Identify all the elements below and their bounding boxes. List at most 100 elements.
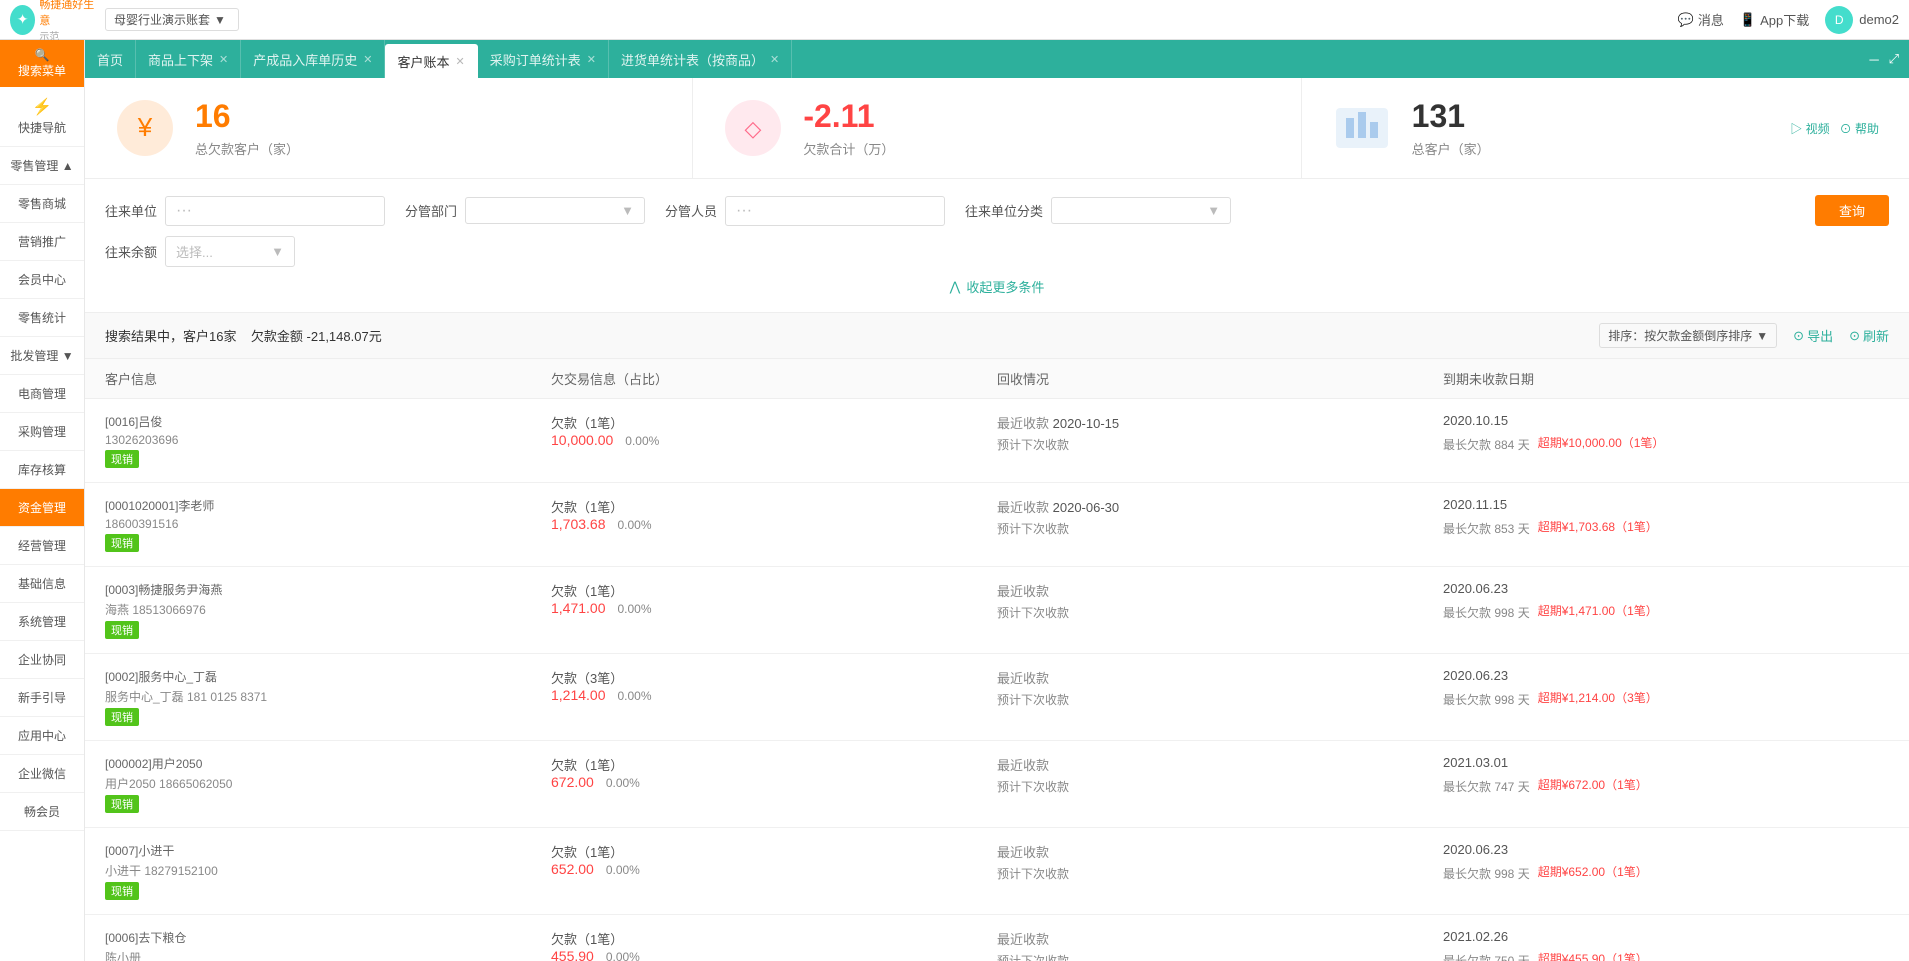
sort-select[interactable]: 排序：按欠款金额倒序排序 ▼ <box>1599 323 1777 348</box>
collection-info-cell: 最近收款 预计下次收款 <box>997 755 1443 813</box>
sidebar-item-system[interactable]: 系统管理 <box>0 603 84 641</box>
overdue-amount[interactable]: 超期¥1,214.00（3笔） <box>1538 689 1658 706</box>
sidebar-item-member2[interactable]: 畅会员 <box>0 793 84 831</box>
debt-info-cell: 欠款（1笔） 672.00 0.00% <box>551 755 997 813</box>
collection-info-cell: 最近收款 预计下次收款 <box>997 929 1443 961</box>
close-icon[interactable]: ✕ <box>456 55 465 68</box>
col-header-customer: 客户信息 <box>105 369 551 388</box>
overdue-days: 最长欠款 747 天 <box>1443 778 1530 795</box>
sidebar-item-member[interactable]: 会员中心 <box>0 261 84 299</box>
sidebar-item-apps[interactable]: 应用中心 <box>0 717 84 755</box>
debt-amount: 10,000.00 <box>551 432 613 448</box>
next-collect: 预计下次收款 <box>997 865 1443 882</box>
message-btn[interactable]: 💬 消息 <box>1678 10 1724 29</box>
sidebar-search[interactable]: 🔍 搜索菜单 <box>0 40 84 87</box>
sidebar-item-wechat[interactable]: 企业微信 <box>0 755 84 793</box>
person-input[interactable]: ··· <box>725 196 945 226</box>
sidebar-item-operations[interactable]: 经营管理 <box>0 527 84 565</box>
next-collect: 预计下次收款 <box>997 436 1443 453</box>
stat-label-amount: 欠款合计（万） <box>803 139 894 158</box>
debt-amount: 1,703.68 <box>551 516 606 532</box>
sidebar-item-ecommerce[interactable]: 电商管理 <box>0 375 84 413</box>
balance-input[interactable]: 选择... ▼ <box>165 236 295 267</box>
video-btn[interactable]: ▷ 视频 <box>1790 120 1829 137</box>
sidebar-item-retail-stats[interactable]: 零售统计 <box>0 299 84 337</box>
stat-label-customers: 总欠款客户（家） <box>195 139 299 158</box>
debt-count: 欠款（1笔） <box>551 413 997 432</box>
sidebar-item-enterprise[interactable]: 企业协同 <box>0 641 84 679</box>
refresh-icon: ⊙ <box>1849 328 1860 344</box>
last-collect: 最近收款 2020-10-15 <box>997 413 1443 432</box>
unit-category-input[interactable]: ▼ <box>1051 197 1231 224</box>
tab-home[interactable]: 首页 <box>85 40 136 78</box>
filter-row-2: 往来余额 选择... ▼ <box>105 236 1889 267</box>
chevron-down-icon: ▼ <box>214 13 226 27</box>
sidebar-item-guide[interactable]: 新手引导 <box>0 679 84 717</box>
sidebar-item-retail-mall[interactable]: 零售商城 <box>0 185 84 223</box>
sidebar-item-wholesale[interactable]: 批发管理 ▼ <box>0 337 84 375</box>
source-unit-input[interactable]: ··· <box>165 196 385 226</box>
sidebar-item-quick-nav[interactable]: ⚡ 快捷导航 <box>0 87 84 147</box>
table-row: [0001020001]李老师 18600391516 现销 欠款（1笔） 1,… <box>85 483 1909 567</box>
tab-customer-account[interactable]: 客户账本 ✕ <box>385 44 477 78</box>
customer-id: [0001020001]李老师 <box>105 497 551 514</box>
close-icon[interactable]: ✕ <box>363 53 372 66</box>
last-collect: 最近收款 <box>997 929 1443 948</box>
debt-percent: 0.00% <box>625 434 659 448</box>
tab-product-listing[interactable]: 商品上下架 ✕ <box>136 40 241 78</box>
sidebar-item-marketing[interactable]: 营销推广 <box>0 223 84 261</box>
app-download-btn[interactable]: 📱 App下载 <box>1740 10 1809 29</box>
table-row: [0002]服务中心_丁磊 服务中心_丁磊 181 0125 8371 现销 欠… <box>85 654 1909 741</box>
debt-percent: 0.00% <box>618 689 652 703</box>
sidebar-item-purchase[interactable]: 采购管理 <box>0 413 84 451</box>
overdue-amount[interactable]: 超期¥455.90（1笔） <box>1538 950 1648 961</box>
dept-input[interactable]: ▼ <box>465 197 645 224</box>
overdue-date: 2020.06.23 <box>1443 842 1889 857</box>
next-collect: 预计下次收款 <box>997 691 1443 708</box>
tab-purchase-product-stats[interactable]: 进货单统计表（按商品） ✕ <box>609 40 792 78</box>
customer-id: [0006]去下粮仓 <box>105 929 551 946</box>
customer-phone: 陈小册 <box>105 949 551 961</box>
overdue-amount[interactable]: 超期¥652.00（1笔） <box>1538 863 1648 880</box>
customer-tag: 现销 <box>105 534 139 552</box>
close-icon[interactable]: ✕ <box>587 53 596 66</box>
overdue-amount[interactable]: 超期¥672.00（1笔） <box>1538 776 1648 793</box>
debt-info-cell: 欠款（1笔） 455.90 0.00% <box>551 929 997 961</box>
sidebar-item-retail-mgmt[interactable]: 零售管理 ▲ <box>0 147 84 185</box>
logo-text: 畅捷通好生意 示范 <box>39 0 95 43</box>
close-icon[interactable]: ✕ <box>770 53 779 66</box>
tab-product-history[interactable]: 产成品入库单历史 ✕ <box>241 40 385 78</box>
top-bar: ✦ 畅捷通好生意 示范 母婴行业演示账套 ▼ 💬 消息 📱 App下载 D de… <box>0 0 1909 40</box>
overdue-date: 2020.10.15 <box>1443 413 1889 428</box>
filter-collapse-btn[interactable]: ⋀ 收起更多条件 <box>105 277 1889 296</box>
sidebar-item-finance[interactable]: 资金管理 <box>0 489 84 527</box>
main-body: 🔍 搜索菜单 ⚡ 快捷导航 零售管理 ▲ 零售商城 营销推广 会员中心 零售统计 <box>0 40 1909 961</box>
sidebar-item-basic-info[interactable]: 基础信息 <box>0 565 84 603</box>
user-avatar[interactable]: D demo2 <box>1825 6 1899 34</box>
minimize-icon[interactable]: － <box>1868 50 1881 69</box>
sidebar-item-inventory[interactable]: 库存核算 <box>0 451 84 489</box>
overdue-amount[interactable]: 超期¥1,471.00（1笔） <box>1538 602 1658 619</box>
debt-count: 欠款（1笔） <box>551 497 997 516</box>
customer-phone: 18600391516 <box>105 517 551 531</box>
refresh-btn[interactable]: ⊙ 刷新 <box>1849 326 1889 345</box>
search-button[interactable]: 查询 <box>1815 195 1889 226</box>
overdue-amount[interactable]: 超期¥10,000.00（1笔） <box>1538 434 1665 451</box>
overdue-amount[interactable]: 超期¥1,703.68（1笔） <box>1538 518 1658 535</box>
stat-card-total: 131 总客户（家） ▷ 视频 ⊙ 帮助 <box>1302 78 1909 178</box>
svg-text:¥: ¥ <box>137 112 153 142</box>
maximize-icon[interactable]: ⤢ <box>1889 51 1899 67</box>
mobile-icon: 📱 <box>1740 12 1756 28</box>
stat-info-total: 131 总客户（家） <box>1412 98 1490 158</box>
tab-purchase-stats[interactable]: 采购订单统计表 ✕ <box>478 40 609 78</box>
data-table: 客户信息 欠交易信息（占比） 回收情况 到期未收款日期 [0016]吕俊 130… <box>85 359 1909 961</box>
chevron-down-icon: ▼ <box>1756 329 1768 343</box>
chevron-down-icon: ▼ <box>1207 203 1220 218</box>
help-btn[interactable]: ⊙ 帮助 <box>1840 120 1879 137</box>
company-selector[interactable]: 母婴行业演示账套 ▼ <box>105 8 239 31</box>
filter-row-1: 往来单位 ··· 分管部门 ▼ <box>105 195 1889 226</box>
close-icon[interactable]: ✕ <box>219 53 228 66</box>
customer-info-cell: [000002]用户2050 用户2050 18665062050 现销 <box>105 755 551 813</box>
export-btn[interactable]: ⊙ 导出 <box>1793 326 1833 345</box>
tab-actions: － ⤢ <box>1858 50 1909 69</box>
